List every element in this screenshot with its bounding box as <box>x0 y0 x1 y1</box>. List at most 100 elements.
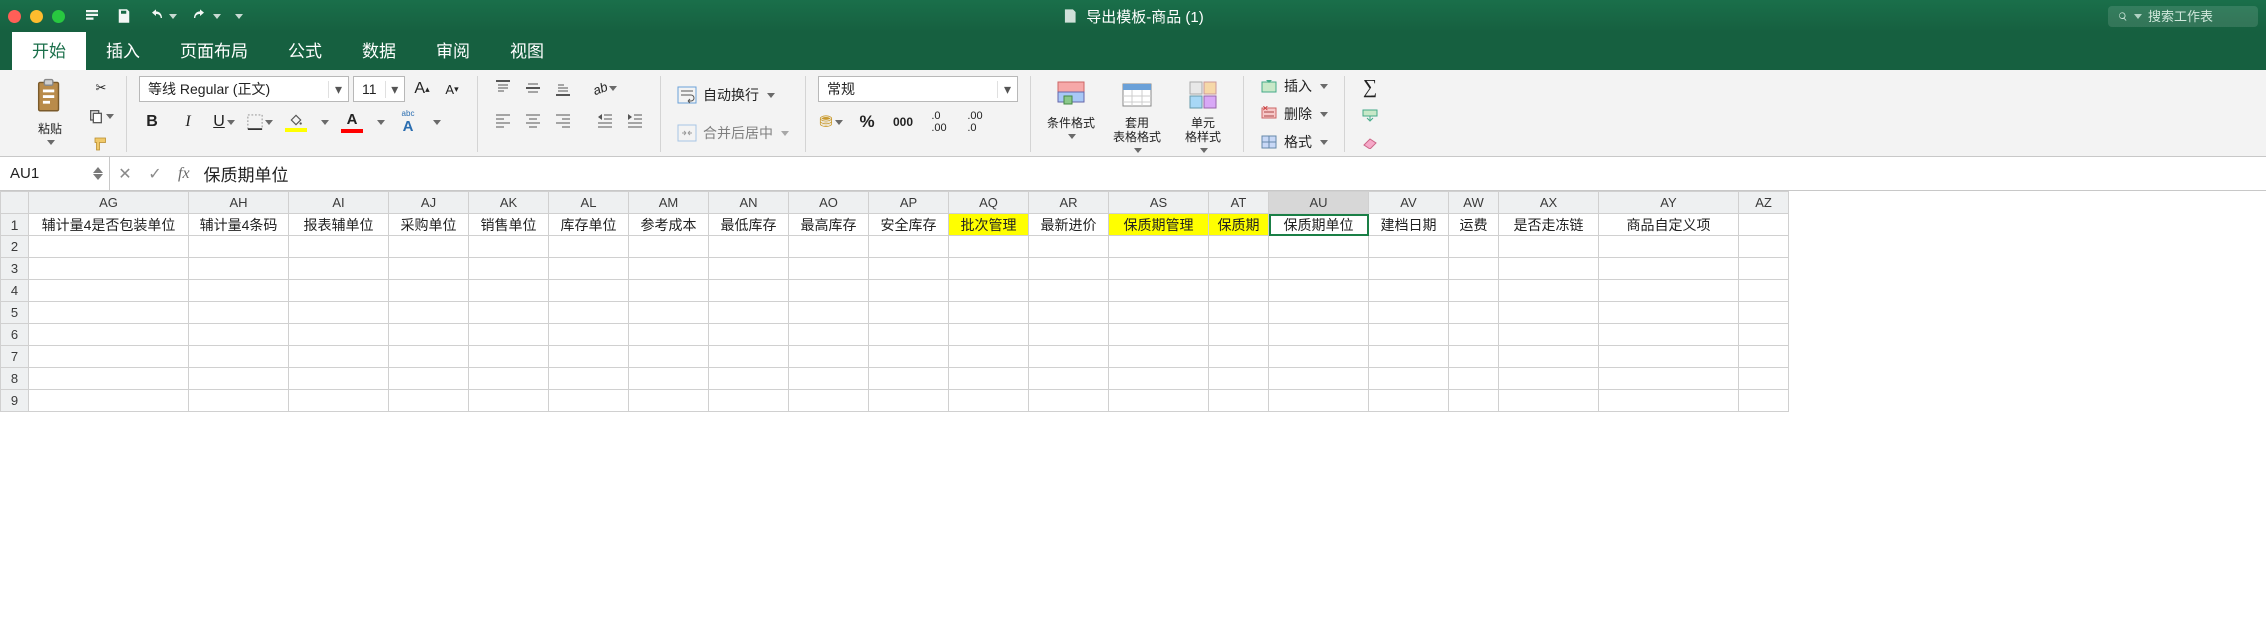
undo-dropdown-icon[interactable] <box>169 14 177 19</box>
paste-dropdown-icon[interactable] <box>47 140 55 145</box>
cell[interactable]: 库存单位 <box>549 214 629 236</box>
cell[interactable] <box>629 390 709 412</box>
cell[interactable] <box>1209 280 1269 302</box>
cell[interactable] <box>1109 368 1209 390</box>
cell[interactable]: 商品自定义项 <box>1599 214 1739 236</box>
cell[interactable] <box>1209 368 1269 390</box>
number-format-select[interactable]: 常规▾ <box>818 76 1018 102</box>
cell[interactable] <box>389 302 469 324</box>
cell[interactable] <box>1369 324 1449 346</box>
cell[interactable] <box>1449 258 1499 280</box>
cell[interactable] <box>549 280 629 302</box>
cell[interactable]: 最高库存 <box>789 214 869 236</box>
border-dropdown-icon[interactable] <box>265 120 273 125</box>
cell[interactable] <box>869 258 949 280</box>
cell[interactable] <box>949 324 1029 346</box>
row-header[interactable]: 7 <box>1 346 29 368</box>
row-header[interactable]: 9 <box>1 390 29 412</box>
decrease-font-button[interactable]: A▾ <box>439 77 465 101</box>
row-header[interactable]: 3 <box>1 258 29 280</box>
fill-color-button[interactable] <box>283 110 309 134</box>
percent-button[interactable]: % <box>854 110 880 134</box>
cell[interactable] <box>549 346 629 368</box>
cell[interactable] <box>629 324 709 346</box>
font-size-select[interactable]: 11▾ <box>353 76 405 102</box>
home-icon[interactable] <box>83 7 101 25</box>
cell[interactable] <box>1269 236 1369 258</box>
tab-page-layout[interactable]: 页面布局 <box>160 30 268 70</box>
cell[interactable]: 保质期 <box>1209 214 1269 236</box>
autosum-button[interactable]: ∑ <box>1357 76 1383 99</box>
cell[interactable] <box>469 368 549 390</box>
cell[interactable] <box>1449 236 1499 258</box>
wrap-text-button[interactable]: 自动换行 <box>673 83 779 107</box>
name-box[interactable]: AU1 <box>0 157 110 190</box>
cell[interactable] <box>629 368 709 390</box>
cell[interactable] <box>189 280 289 302</box>
cell[interactable] <box>1029 324 1109 346</box>
search-box[interactable] <box>2108 6 2258 27</box>
cell[interactable] <box>29 258 189 280</box>
cell[interactable] <box>1739 236 1789 258</box>
cell[interactable] <box>549 390 629 412</box>
cell[interactable] <box>29 302 189 324</box>
cell[interactable] <box>949 236 1029 258</box>
cell[interactable]: 最低库存 <box>709 214 789 236</box>
font-name-select[interactable]: 等线 Regular (正文)▾ <box>139 76 349 102</box>
cell[interactable] <box>469 258 549 280</box>
conditional-format-button[interactable]: 条件格式 <box>1043 76 1099 141</box>
increase-indent-button[interactable] <box>622 108 648 132</box>
cell[interactable]: 批次管理 <box>949 214 1029 236</box>
cell[interactable] <box>1209 324 1269 346</box>
cell[interactable] <box>629 258 709 280</box>
search-input[interactable] <box>2148 9 2248 24</box>
table-format-button[interactable]: 套用 表格格式 <box>1109 76 1165 155</box>
cell[interactable] <box>469 280 549 302</box>
currency-dropdown-icon[interactable] <box>835 120 843 125</box>
cell[interactable] <box>709 302 789 324</box>
cell[interactable]: 销售单位 <box>469 214 549 236</box>
decrease-indent-button[interactable] <box>592 108 618 132</box>
name-box-stepper[interactable] <box>93 167 103 180</box>
cell[interactable] <box>709 346 789 368</box>
cell[interactable] <box>1269 368 1369 390</box>
format-cells-dropdown-icon[interactable] <box>1320 140 1328 145</box>
format-cells-button[interactable]: 格式 <box>1256 130 1332 154</box>
column-header[interactable]: AV <box>1369 192 1449 214</box>
column-header[interactable]: AY <box>1599 192 1739 214</box>
cell[interactable] <box>789 302 869 324</box>
cell[interactable] <box>1499 390 1599 412</box>
row-header[interactable]: 5 <box>1 302 29 324</box>
cell[interactable] <box>949 280 1029 302</box>
cell[interactable] <box>29 390 189 412</box>
cell[interactable] <box>189 346 289 368</box>
zoom-window-button[interactable] <box>52 10 65 23</box>
wrap-text-dropdown-icon[interactable] <box>767 93 775 98</box>
cell[interactable] <box>1209 258 1269 280</box>
cell[interactable] <box>29 346 189 368</box>
cell[interactable] <box>1599 302 1739 324</box>
column-header[interactable]: AQ <box>949 192 1029 214</box>
phonetic-button[interactable]: abcA <box>395 110 421 134</box>
column-header[interactable]: AW <box>1449 192 1499 214</box>
cell[interactable] <box>1029 236 1109 258</box>
cell[interactable] <box>189 236 289 258</box>
row-header[interactable]: 2 <box>1 236 29 258</box>
copy-dropdown-icon[interactable] <box>106 114 114 119</box>
cell[interactable] <box>789 390 869 412</box>
cell-style-dropdown-icon[interactable] <box>1200 148 1208 153</box>
cell[interactable]: 建档日期 <box>1369 214 1449 236</box>
cell[interactable] <box>789 368 869 390</box>
cell[interactable] <box>1269 280 1369 302</box>
cell[interactable] <box>289 258 389 280</box>
cell[interactable] <box>189 302 289 324</box>
column-header[interactable]: AS <box>1109 192 1209 214</box>
cell[interactable] <box>869 302 949 324</box>
border-button[interactable] <box>247 110 273 134</box>
cell[interactable] <box>1449 390 1499 412</box>
font-color-dropdown-icon[interactable] <box>377 120 385 125</box>
cell[interactable] <box>389 346 469 368</box>
cell[interactable] <box>1499 236 1599 258</box>
align-middle-button[interactable] <box>520 76 546 100</box>
cell[interactable] <box>1449 280 1499 302</box>
